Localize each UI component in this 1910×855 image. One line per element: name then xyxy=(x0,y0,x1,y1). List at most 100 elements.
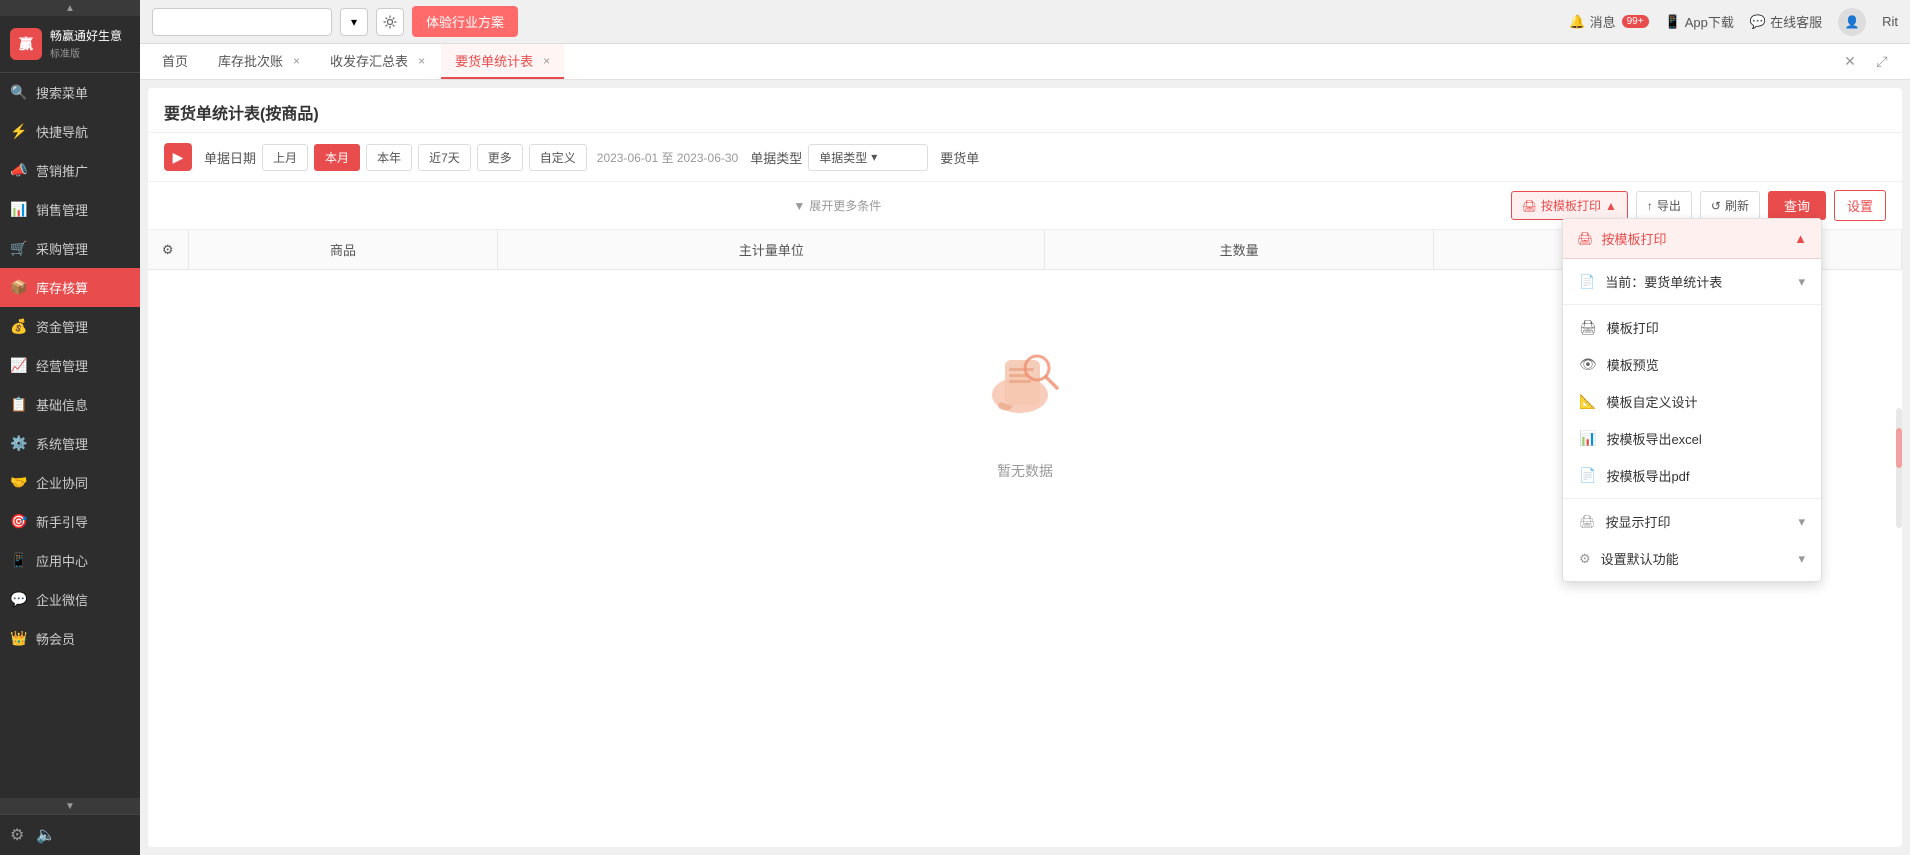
sidebar-item-label: 畅会员 xyxy=(36,629,75,648)
tab-collect-report-close[interactable]: × xyxy=(418,54,425,68)
dropdown-group-section: 🖨 按显示打印 ▾ ⚙ 设置默认功能 ▾ xyxy=(1563,499,1821,581)
user-name[interactable]: Rit xyxy=(1882,14,1898,29)
tab-maximize-btn[interactable]: ⤢ xyxy=(1870,50,1894,74)
sidebar-item-wechat[interactable]: 💬 企业微信 xyxy=(0,580,140,619)
top-actions: 🖨 按模板打印 ▲ ↑ 导出 ↺ 刷新 查询 设置 xyxy=(1511,190,1886,221)
dropdown-item-template-print[interactable]: 🖨 模板打印 xyxy=(1563,309,1821,346)
tab-close-all-btn[interactable]: ✕ xyxy=(1838,50,1862,74)
sidebar-item-guide[interactable]: 🎯 新手引导 xyxy=(0,502,140,541)
sidebar-item-collab[interactable]: 🤝 企业协同 xyxy=(0,463,140,502)
sidebar-item-member[interactable]: 👑 畅会员 xyxy=(0,619,140,658)
tab-order-stats-close[interactable]: × xyxy=(543,54,550,68)
set-default-left: ⚙ 设置默认功能 xyxy=(1579,549,1679,568)
sidebar-item-quick-nav[interactable]: ⚡ 快捷导航 xyxy=(0,112,140,151)
dropdown-header-right: ▲ xyxy=(1794,231,1807,246)
member-icon: 👑 xyxy=(10,630,28,647)
sidebar-scroll-up[interactable]: ▲ xyxy=(0,0,140,16)
current-year-btn[interactable]: 本年 xyxy=(366,144,412,171)
export-pdf-label: 按模板导出pdf xyxy=(1606,466,1689,485)
refresh-btn[interactable]: ↺ 刷新 xyxy=(1700,191,1760,220)
type-filter-select[interactable]: 单据类型 ▾ xyxy=(808,144,928,171)
current-month-btn[interactable]: 本月 xyxy=(314,144,360,171)
online-service-btn[interactable]: 💬 在线客服 xyxy=(1750,12,1822,31)
col-settings[interactable]: ⚙ xyxy=(148,230,188,270)
refresh-icon: ↺ xyxy=(1711,199,1721,213)
dropdown-current-item[interactable]: 📄 当前：要货单统计表 ▾ xyxy=(1563,263,1821,300)
avatar[interactable]: 👤 xyxy=(1838,8,1866,36)
prev-month-btn[interactable]: 上月 xyxy=(262,144,308,171)
sidebar-item-apps[interactable]: 📱 应用中心 xyxy=(0,541,140,580)
tab-collect-report[interactable]: 收发存汇总表 × xyxy=(316,44,439,79)
topbar-dropdown-btn[interactable]: ▾ xyxy=(340,8,368,36)
filter-bar: ▶ 单据日期 上月 本月 本年 近7天 更多 自定义 2023-06-01 至 … xyxy=(148,133,1902,182)
sidebar-item-inventory[interactable]: 📦 库存核算 xyxy=(0,268,140,307)
tab-order-stats-label: 要货单统计表 xyxy=(455,51,533,70)
custom-btn[interactable]: 自定义 xyxy=(529,144,587,171)
online-service-label: 在线客服 xyxy=(1770,12,1822,31)
dropdown-item-template-preview[interactable]: 👁 模板预览 xyxy=(1563,346,1821,383)
type-filter-value: 单据类型 xyxy=(819,149,867,166)
type-filter-group: 单据类型 单据类型 ▾ xyxy=(750,144,928,171)
topbar-search-input[interactable] xyxy=(152,8,332,36)
app-download-btn[interactable]: 📱 App下载 xyxy=(1665,12,1734,31)
page-title: 要货单统计表(按商品) xyxy=(164,100,1886,124)
expand-more-btn[interactable]: ▼ 展开更多条件 xyxy=(793,197,881,214)
search-menu-icon: 🔍 xyxy=(10,84,28,101)
tab-batch-account[interactable]: 库存批次账 × xyxy=(204,44,314,79)
refresh-label: 刷新 xyxy=(1725,197,1749,214)
dropdown-chevron-up[interactable]: ▲ xyxy=(1794,231,1807,246)
volume-icon[interactable]: 🔈 xyxy=(36,825,56,845)
dropdown-item-export-pdf[interactable]: 📄 按模板导出pdf xyxy=(1563,457,1821,494)
sidebar-bottom: ⚙ 🔈 xyxy=(0,814,140,855)
export-btn[interactable]: ↑ 导出 xyxy=(1636,191,1692,220)
template-preview-icon: 👁 xyxy=(1579,356,1597,373)
sidebar-item-marketing[interactable]: 📣 营销推广 xyxy=(0,151,140,190)
sidebar-item-search[interactable]: 🔍 搜索菜单 xyxy=(0,73,140,112)
settings-icon[interactable]: ⚙ xyxy=(10,825,24,845)
sidebar-menu: 🔍 搜索菜单 ⚡ 快捷导航 📣 营销推广 📊 销售管理 🛒 采购管理 📦 库存核… xyxy=(0,73,140,798)
template-print-label: 模板打印 xyxy=(1607,318,1659,337)
date-filter-label: 单据日期 xyxy=(204,148,256,167)
collab-icon: 🤝 xyxy=(10,474,28,491)
tab-batch-account-close[interactable]: × xyxy=(293,54,300,68)
query-btn[interactable]: 查询 xyxy=(1768,191,1826,220)
printer-header-icon: 🖨 xyxy=(1577,231,1594,247)
settings-btn[interactable]: 设置 xyxy=(1834,190,1886,221)
notifications-badge: 99+ xyxy=(1622,15,1649,28)
dropdown-item-export-excel[interactable]: 📊 按模板导出excel xyxy=(1563,420,1821,457)
tab-order-stats[interactable]: 要货单统计表 × xyxy=(441,44,564,79)
filter-expand-btn[interactable]: ▶ xyxy=(164,143,192,171)
sidebar-item-finance[interactable]: 💰 资金管理 xyxy=(0,307,140,346)
dropdown-display-print[interactable]: 🖨 按显示打印 ▾ xyxy=(1563,503,1821,540)
dropdown-set-default[interactable]: ⚙ 设置默认功能 ▾ xyxy=(1563,540,1821,577)
tab-home[interactable]: 首页 xyxy=(148,44,202,79)
sidebar-item-label: 搜索菜单 xyxy=(36,83,88,102)
app-download-label: App下载 xyxy=(1685,12,1734,31)
sidebar-item-purchase[interactable]: 🛒 采购管理 xyxy=(0,229,140,268)
dropdown-header: 🖨 按模板打印 ▲ xyxy=(1563,219,1821,259)
finance-icon: 💰 xyxy=(10,318,28,335)
phone-icon: 📱 xyxy=(1665,14,1681,30)
sidebar-item-operation[interactable]: 📈 经营管理 xyxy=(0,346,140,385)
date-range-text: 2023-06-01 至 2023-06-30 xyxy=(597,149,738,166)
dropdown-item-template-design[interactable]: 📐 模板自定义设计 xyxy=(1563,383,1821,420)
tab-collect-report-label: 收发存汇总表 xyxy=(330,51,408,70)
sidebar-item-system[interactable]: ⚙️ 系统管理 xyxy=(0,424,140,463)
sidebar-item-label: 销售管理 xyxy=(36,200,88,219)
notifications-btn[interactable]: 🔔 消息 99+ xyxy=(1569,12,1648,31)
industry-solution-btn[interactable]: 体验行业方案 xyxy=(412,6,518,37)
print-template-btn[interactable]: 🖨 按模板打印 ▲ xyxy=(1511,191,1628,220)
export-label: 导出 xyxy=(1657,197,1681,214)
dropdown-items-section: 🖨 模板打印 👁 模板预览 📐 模板自定义设计 📊 按模板导出excel 📄 xyxy=(1563,305,1821,498)
empty-icon xyxy=(975,330,1075,449)
topbar-settings-btn[interactable] xyxy=(376,8,404,36)
last7days-btn[interactable]: 近7天 xyxy=(418,144,471,171)
doc-icon: 📄 xyxy=(1579,274,1595,290)
sidebar-item-sales[interactable]: 📊 销售管理 xyxy=(0,190,140,229)
sidebar-item-label: 企业微信 xyxy=(36,590,88,609)
sidebar-item-basic[interactable]: 📋 基础信息 xyxy=(0,385,140,424)
sidebar-scroll-down[interactable]: ▼ xyxy=(0,798,140,814)
print-dropdown-menu: 🖨 按模板打印 ▲ 📄 当前：要货单统计表 ▾ xyxy=(1562,218,1822,582)
more-btn[interactable]: 更多 xyxy=(477,144,523,171)
order-type-filter-group: 要货单 xyxy=(940,148,979,167)
